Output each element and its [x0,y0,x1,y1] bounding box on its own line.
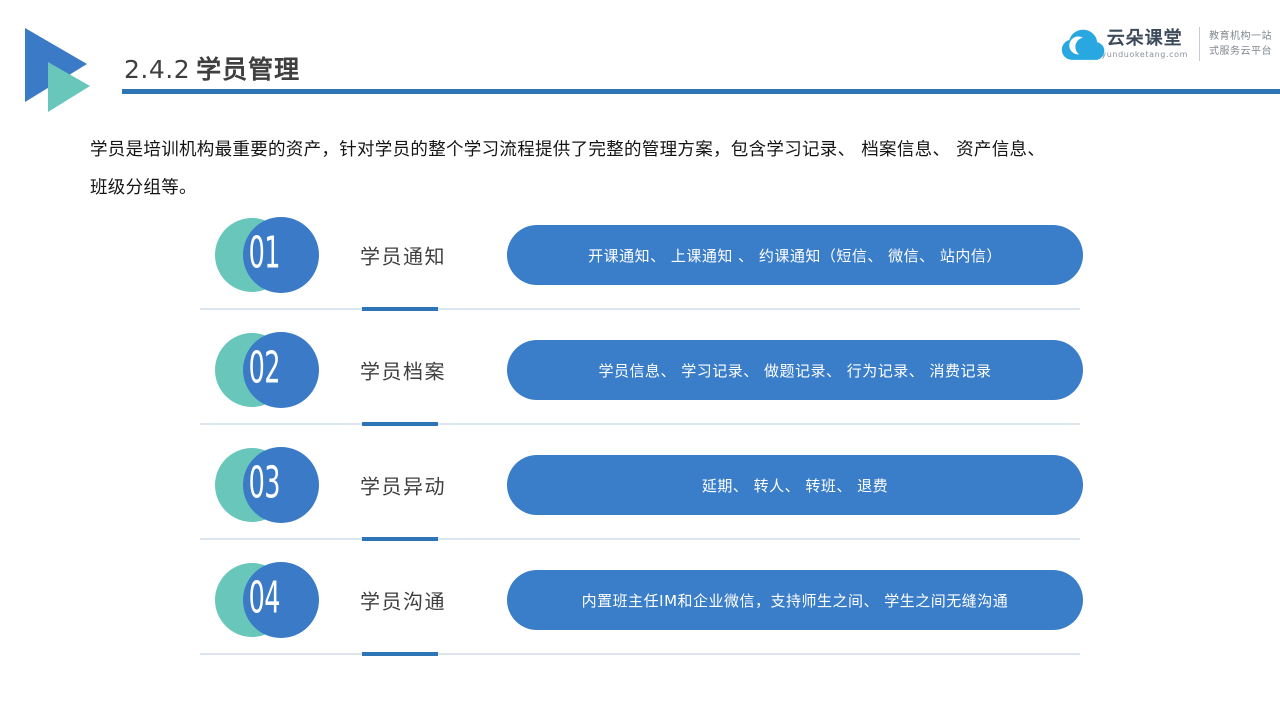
detail-pill: 学员信息、 学习记录、 做题记录、 行为记录、 消费记录 [507,340,1083,400]
row-divider-accent [362,537,438,541]
corner-triangles-icon [16,18,116,128]
feature-row-changes: 03 学员异动 延期、 转人、 转班、 退费 [0,430,1280,540]
detail-pill: 开课通知、 上课通知 、 约课通知（短信、 微信、 站内信） [507,225,1083,285]
step-number: 02 [249,342,280,393]
brand-name: 云朵课堂 [1107,30,1183,48]
feature-row-communication: 04 学员沟通 内置班主任IM和企业微信，支持师生之间、 学生之间无缝沟通 [0,545,1280,655]
row-divider-accent [362,422,438,426]
step-number-circles: 04 [215,562,319,638]
step-number: 04 [249,572,280,623]
brand-text: 云朵课堂 yunduoketang.com [1101,30,1188,59]
row-divider [200,653,1080,655]
step-number: 03 [249,457,280,508]
row-divider [200,308,1080,310]
row-divider-accent [362,307,438,311]
page-title-text: 学员管理 [196,55,300,84]
page-title: 2.4.2学员管理 [124,50,300,86]
row-label: 学员沟通 [360,586,446,615]
feature-row-notifications: 01 学员通知 开课通知、 上课通知 、 约课通知（短信、 微信、 站内信） [0,200,1280,310]
step-number-circles: 02 [215,332,319,408]
slide: 2.4.2学员管理 云朵课堂 yunduoketang.com 教育机构一站 式… [0,0,1280,720]
step-number-circles: 03 [215,447,319,523]
detail-pill: 延期、 转人、 转班、 退费 [507,455,1083,515]
title-underline [122,89,1280,94]
brand-tagline-line2: 式服务云平台 [1209,44,1272,60]
brand-logo: 云朵课堂 yunduoketang.com 教育机构一站 式服务云平台 [1061,27,1272,61]
section-number: 2.4.2 [124,55,190,84]
step-number-circles: 01 [215,217,319,293]
row-divider [200,538,1080,540]
brand-tagline-line1: 教育机构一站 [1209,29,1272,45]
brand-domain: yunduoketang.com [1101,51,1188,59]
description-line1: 学员是培训机构最重要的资产，针对学员的整个学习流程提供了完整的管理方案，包含学习… [90,131,1220,169]
brand-divider [1199,27,1200,61]
description: 学员是培训机构最重要的资产，针对学员的整个学习流程提供了完整的管理方案，包含学习… [90,131,1220,207]
brand-tagline: 教育机构一站 式服务云平台 [1209,29,1272,60]
row-divider-accent [362,652,438,656]
row-label: 学员异动 [360,471,446,500]
row-label: 学员通知 [360,241,446,270]
cloud-icon [1061,28,1107,60]
feature-row-profiles: 02 学员档案 学员信息、 学习记录、 做题记录、 行为记录、 消费记录 [0,315,1280,425]
step-number: 01 [249,227,280,278]
detail-pill: 内置班主任IM和企业微信，支持师生之间、 学生之间无缝沟通 [507,570,1083,630]
row-label: 学员档案 [360,356,446,385]
row-divider [200,423,1080,425]
